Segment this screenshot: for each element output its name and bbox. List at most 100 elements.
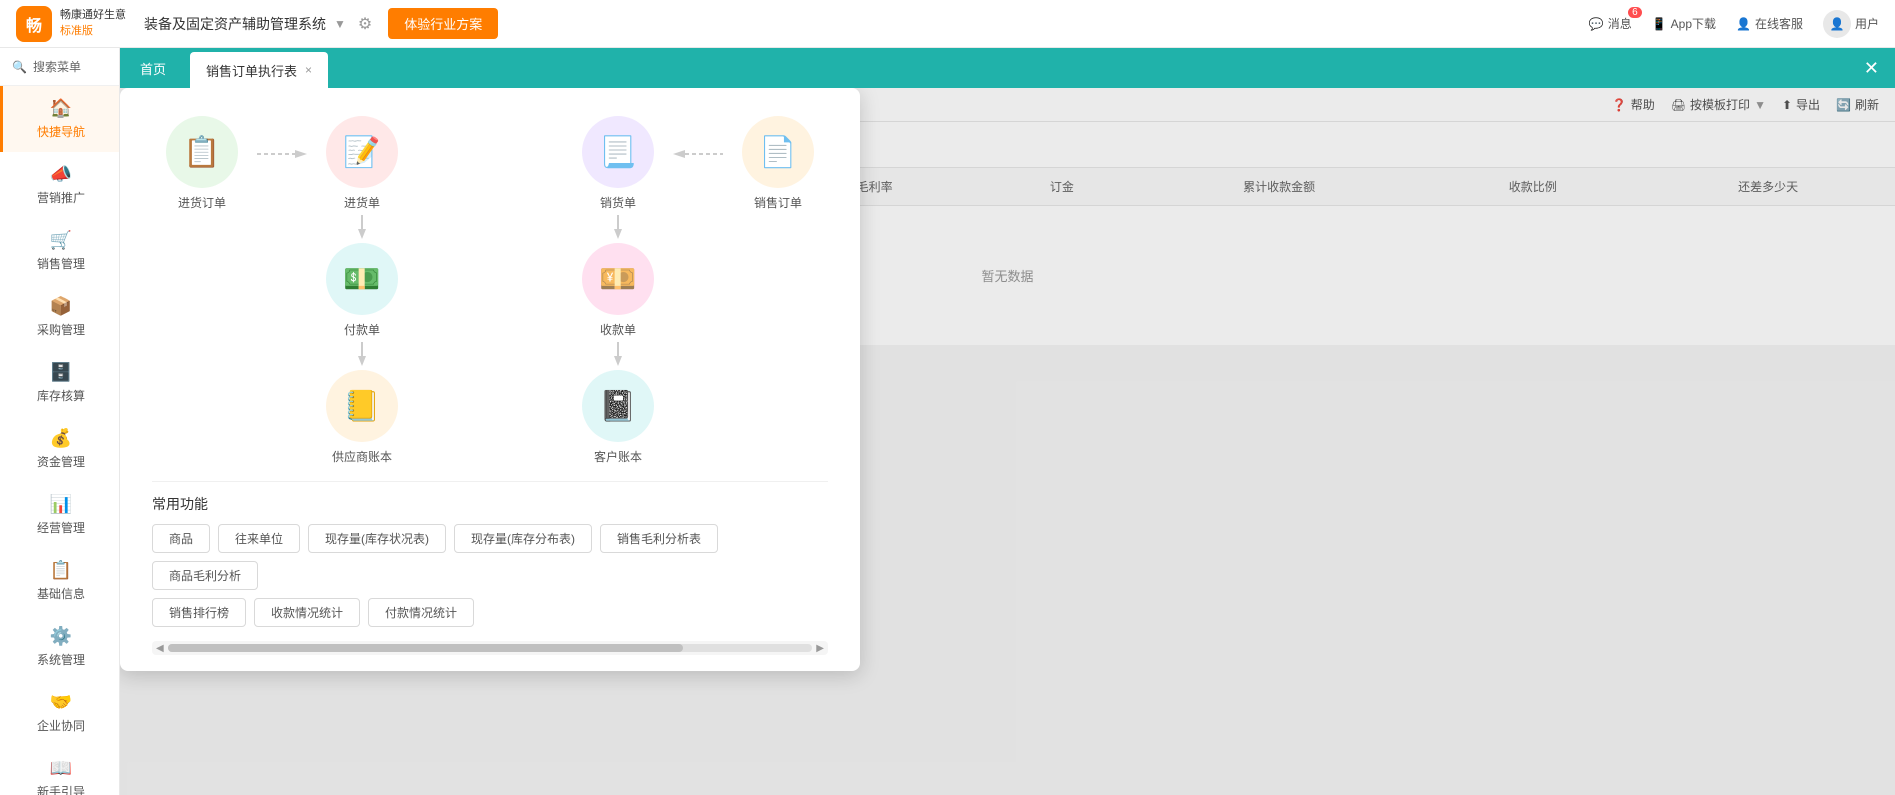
logo-text: 畅康通好生意 标准版 (60, 8, 126, 39)
customer-ledger-label: 客户账本 (594, 448, 642, 465)
receipt-label: 收款单 (600, 321, 636, 338)
tab-bar-close-button[interactable]: ✕ (1864, 48, 1879, 88)
receipt-circle: 💴 (582, 243, 654, 315)
arrow-h2 (668, 146, 728, 162)
sys-label: 系统管理 (37, 651, 85, 668)
sidebar-item-purchase-mgmt[interactable]: 📦 采购管理 (0, 284, 119, 350)
app-download-button[interactable]: 📱 App下载 (1652, 15, 1716, 32)
scroll-left-arrow[interactable]: ◀ (156, 643, 164, 654)
dashed-arrow-left-icon (673, 146, 723, 162)
message-label: 消息 (1608, 15, 1632, 32)
settings-icon[interactable]: ⚙ (358, 14, 372, 34)
down-arrow-payment (312, 338, 412, 370)
newbie-icon: 📖 (50, 758, 72, 779)
quick-nav-label: 快捷导航 (37, 123, 85, 140)
online-service-button[interactable]: 👤 在线客服 (1736, 15, 1803, 32)
flow-third-arrows (152, 338, 828, 370)
func-btn-stock-dist[interactable]: 现存量(库存分布表) (454, 524, 592, 553)
purchase-icon: 📦 (50, 296, 72, 317)
purchase-order-circle: 📋 (166, 116, 238, 188)
header-right: 💬 6 消息 📱 App下载 👤 在线客服 👤 用户 (1589, 10, 1879, 38)
dropdown-arrow-icon[interactable]: ▼ (334, 17, 346, 31)
sidebar-item-sys-mgmt[interactable]: ⚙️ 系统管理 (0, 614, 119, 680)
search-icon: 🔍 (12, 60, 27, 74)
sidebar-item-quick-nav[interactable]: 🏠 快捷导航 (0, 86, 119, 152)
ops-icon: 📊 (50, 494, 72, 515)
supplier-ledger-circle: 📒 (326, 370, 398, 442)
sys-icon: ⚙️ (50, 626, 72, 647)
flow-node-customer-ledger[interactable]: 📓 客户账本 (568, 370, 668, 465)
func-btn-product[interactable]: 商品 (152, 524, 210, 553)
func-btn-sales-rank[interactable]: 销售排行榜 (152, 598, 246, 627)
tab-active[interactable]: 销售订单执行表 × (190, 52, 328, 88)
func-btn-stock-status[interactable]: 现存量(库存状况表) (308, 524, 446, 553)
func-btn-sales-margin[interactable]: 销售毛利分析表 (600, 524, 718, 553)
message-badge: 6 (1628, 7, 1642, 18)
flow-node-receipt[interactable]: 💴 收款单 (568, 243, 668, 338)
sidebar-item-enterprise[interactable]: 🤝 企业协同 (0, 680, 119, 746)
scroll-track (168, 644, 813, 652)
flow-second-row: 💵 付款单 💴 收款单 (152, 243, 828, 338)
ops-label: 经营管理 (37, 519, 85, 536)
basic-icon: 📋 (50, 560, 72, 581)
tabs-bar: 首页 销售订单执行表 × ✕ (120, 48, 1895, 88)
message-button[interactable]: 💬 6 消息 (1589, 15, 1632, 32)
popup: 📋 进货订单 📝 进货单 (120, 88, 860, 671)
main-area: 首页 销售订单执行表 × ✕ ❓ 帮助 🖨 按模板打印 ▼ (120, 48, 1895, 795)
inventory-label: 库存核算 (37, 387, 85, 404)
sidebar-item-marketing[interactable]: 📣 营销推广 (0, 152, 119, 218)
popup-scrollbar[interactable]: ◀ ▶ (152, 641, 828, 655)
sidebar: 🔍 搜索菜单 🏠 快捷导航 📣 营销推广 🛒 销售管理 📦 采购管理 🗄️ 库存… (0, 48, 120, 795)
flow-diagram: 📋 进货订单 📝 进货单 (152, 116, 828, 473)
sidebar-item-finance-mgmt[interactable]: 💰 资金管理 (0, 416, 119, 482)
user-area[interactable]: 👤 用户 (1823, 10, 1879, 38)
down-arrow-sales-icon (610, 215, 626, 239)
message-icon: 💬 (1589, 17, 1604, 31)
sales-icon: 🛒 (50, 230, 72, 251)
sidebar-item-sales-mgmt[interactable]: 🛒 销售管理 (0, 218, 119, 284)
sales-order-label: 销售订单 (754, 194, 802, 211)
purchase-receipt-label: 进货单 (344, 194, 380, 211)
search-menu[interactable]: 🔍 搜索菜单 (0, 48, 119, 86)
flow-node-payment[interactable]: 💵 付款单 (312, 243, 412, 338)
sales-receipt-circle: 📃 (582, 116, 654, 188)
flow-third-row: 📒 供应商账本 📓 客户账本 (152, 370, 828, 465)
finance-label: 资金管理 (37, 453, 85, 470)
sales-order-circle: 📄 (742, 116, 814, 188)
marketing-icon: 📣 (50, 164, 72, 185)
trial-button[interactable]: 体验行业方案 (388, 8, 498, 39)
func-btn-product-margin[interactable]: 商品毛利分析 (152, 561, 258, 590)
flow-node-purchase-order[interactable]: 📋 进货订单 (152, 116, 252, 211)
scroll-right-arrow[interactable]: ▶ (816, 643, 824, 654)
sales-receipt-label: 销货单 (600, 194, 636, 211)
tab-close-button[interactable]: × (305, 63, 312, 77)
sidebar-item-newbie[interactable]: 📖 新手引导 (0, 746, 119, 795)
purchase-order-label: 进货订单 (178, 194, 226, 211)
down-arrow-receipt-icon (610, 342, 626, 366)
payment-label: 付款单 (344, 321, 380, 338)
sidebar-item-inventory[interactable]: 🗄️ 库存核算 (0, 350, 119, 416)
enterprise-icon: 🤝 (50, 692, 72, 713)
sidebar-item-basic-info[interactable]: 📋 基础信息 (0, 548, 119, 614)
basic-label: 基础信息 (37, 585, 85, 602)
sidebar-item-ops-mgmt[interactable]: 📊 经营管理 (0, 482, 119, 548)
flow-node-purchase-receipt[interactable]: 📝 进货单 (312, 116, 412, 211)
scroll-thumb[interactable] (168, 644, 684, 652)
download-icon: 📱 (1652, 17, 1667, 31)
flow-node-supplier-ledger[interactable]: 📒 供应商账本 (312, 370, 412, 465)
func-btn-counterpart[interactable]: 往来单位 (218, 524, 300, 553)
customer-ledger-circle: 📓 (582, 370, 654, 442)
service-icon: 👤 (1736, 17, 1751, 31)
tab-home[interactable]: 首页 (120, 48, 186, 88)
func-btn-receipt-stat[interactable]: 收款情况统计 (254, 598, 360, 627)
avatar: 👤 (1823, 10, 1851, 38)
common-functions-title: 常用功能 (152, 494, 828, 514)
down-arrow-sales (568, 211, 668, 243)
flow-top-row: 📋 进货订单 📝 进货单 (152, 116, 828, 211)
purchase-label: 采购管理 (37, 321, 85, 338)
func-btn-payment-stat[interactable]: 付款情况统计 (368, 598, 474, 627)
logo-icon: 畅 (16, 6, 52, 42)
flow-node-sales-order[interactable]: 📄 销售订单 (728, 116, 828, 211)
down-arrow-receipt (568, 338, 668, 370)
flow-node-sales-receipt[interactable]: 📃 销货单 (568, 116, 668, 211)
